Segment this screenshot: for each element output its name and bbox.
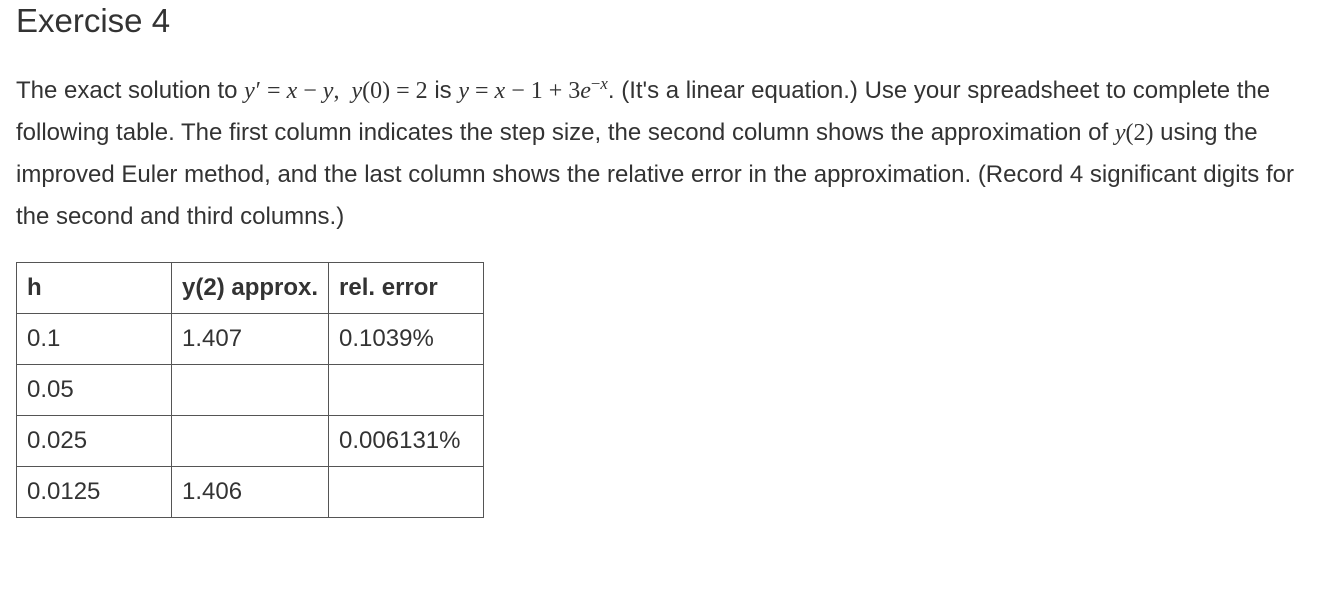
- cell-h: 0.1: [17, 313, 172, 364]
- cell-approx: [172, 364, 329, 415]
- equation-y2: y(2): [1115, 120, 1154, 146]
- problem-statement: The exact solution to y′ = x − y, y(0) =…: [16, 70, 1312, 238]
- table-row: 0.025 0.006131%: [17, 415, 484, 466]
- cell-err: 0.1039%: [329, 313, 484, 364]
- header-approx: y(2) approx.: [172, 262, 329, 313]
- cell-approx: 1.406: [172, 466, 329, 517]
- header-err: rel. error: [329, 262, 484, 313]
- table-row: 0.0125 1.406: [17, 466, 484, 517]
- results-table: h y(2) approx. rel. error 0.1 1.407 0.10…: [16, 262, 484, 518]
- text-p2: is: [428, 77, 459, 104]
- table-row: 0.1 1.407 0.1039%: [17, 313, 484, 364]
- text-p1: The exact solution to: [16, 77, 244, 104]
- cell-err: [329, 364, 484, 415]
- cell-err: 0.006131%: [329, 415, 484, 466]
- cell-h: 0.05: [17, 364, 172, 415]
- cell-h: 0.025: [17, 415, 172, 466]
- cell-h: 0.0125: [17, 466, 172, 517]
- cell-approx: 1.407: [172, 313, 329, 364]
- equation-solution: y = x − 1 + 3e−x: [458, 78, 608, 104]
- header-h: h: [17, 262, 172, 313]
- table-row: 0.05: [17, 364, 484, 415]
- exercise-title: Exercise 4: [16, 0, 1312, 46]
- cell-err: [329, 466, 484, 517]
- equation-ode: y′ = x − y, y(0) = 2: [244, 78, 428, 104]
- table-header-row: h y(2) approx. rel. error: [17, 262, 484, 313]
- cell-approx: [172, 415, 329, 466]
